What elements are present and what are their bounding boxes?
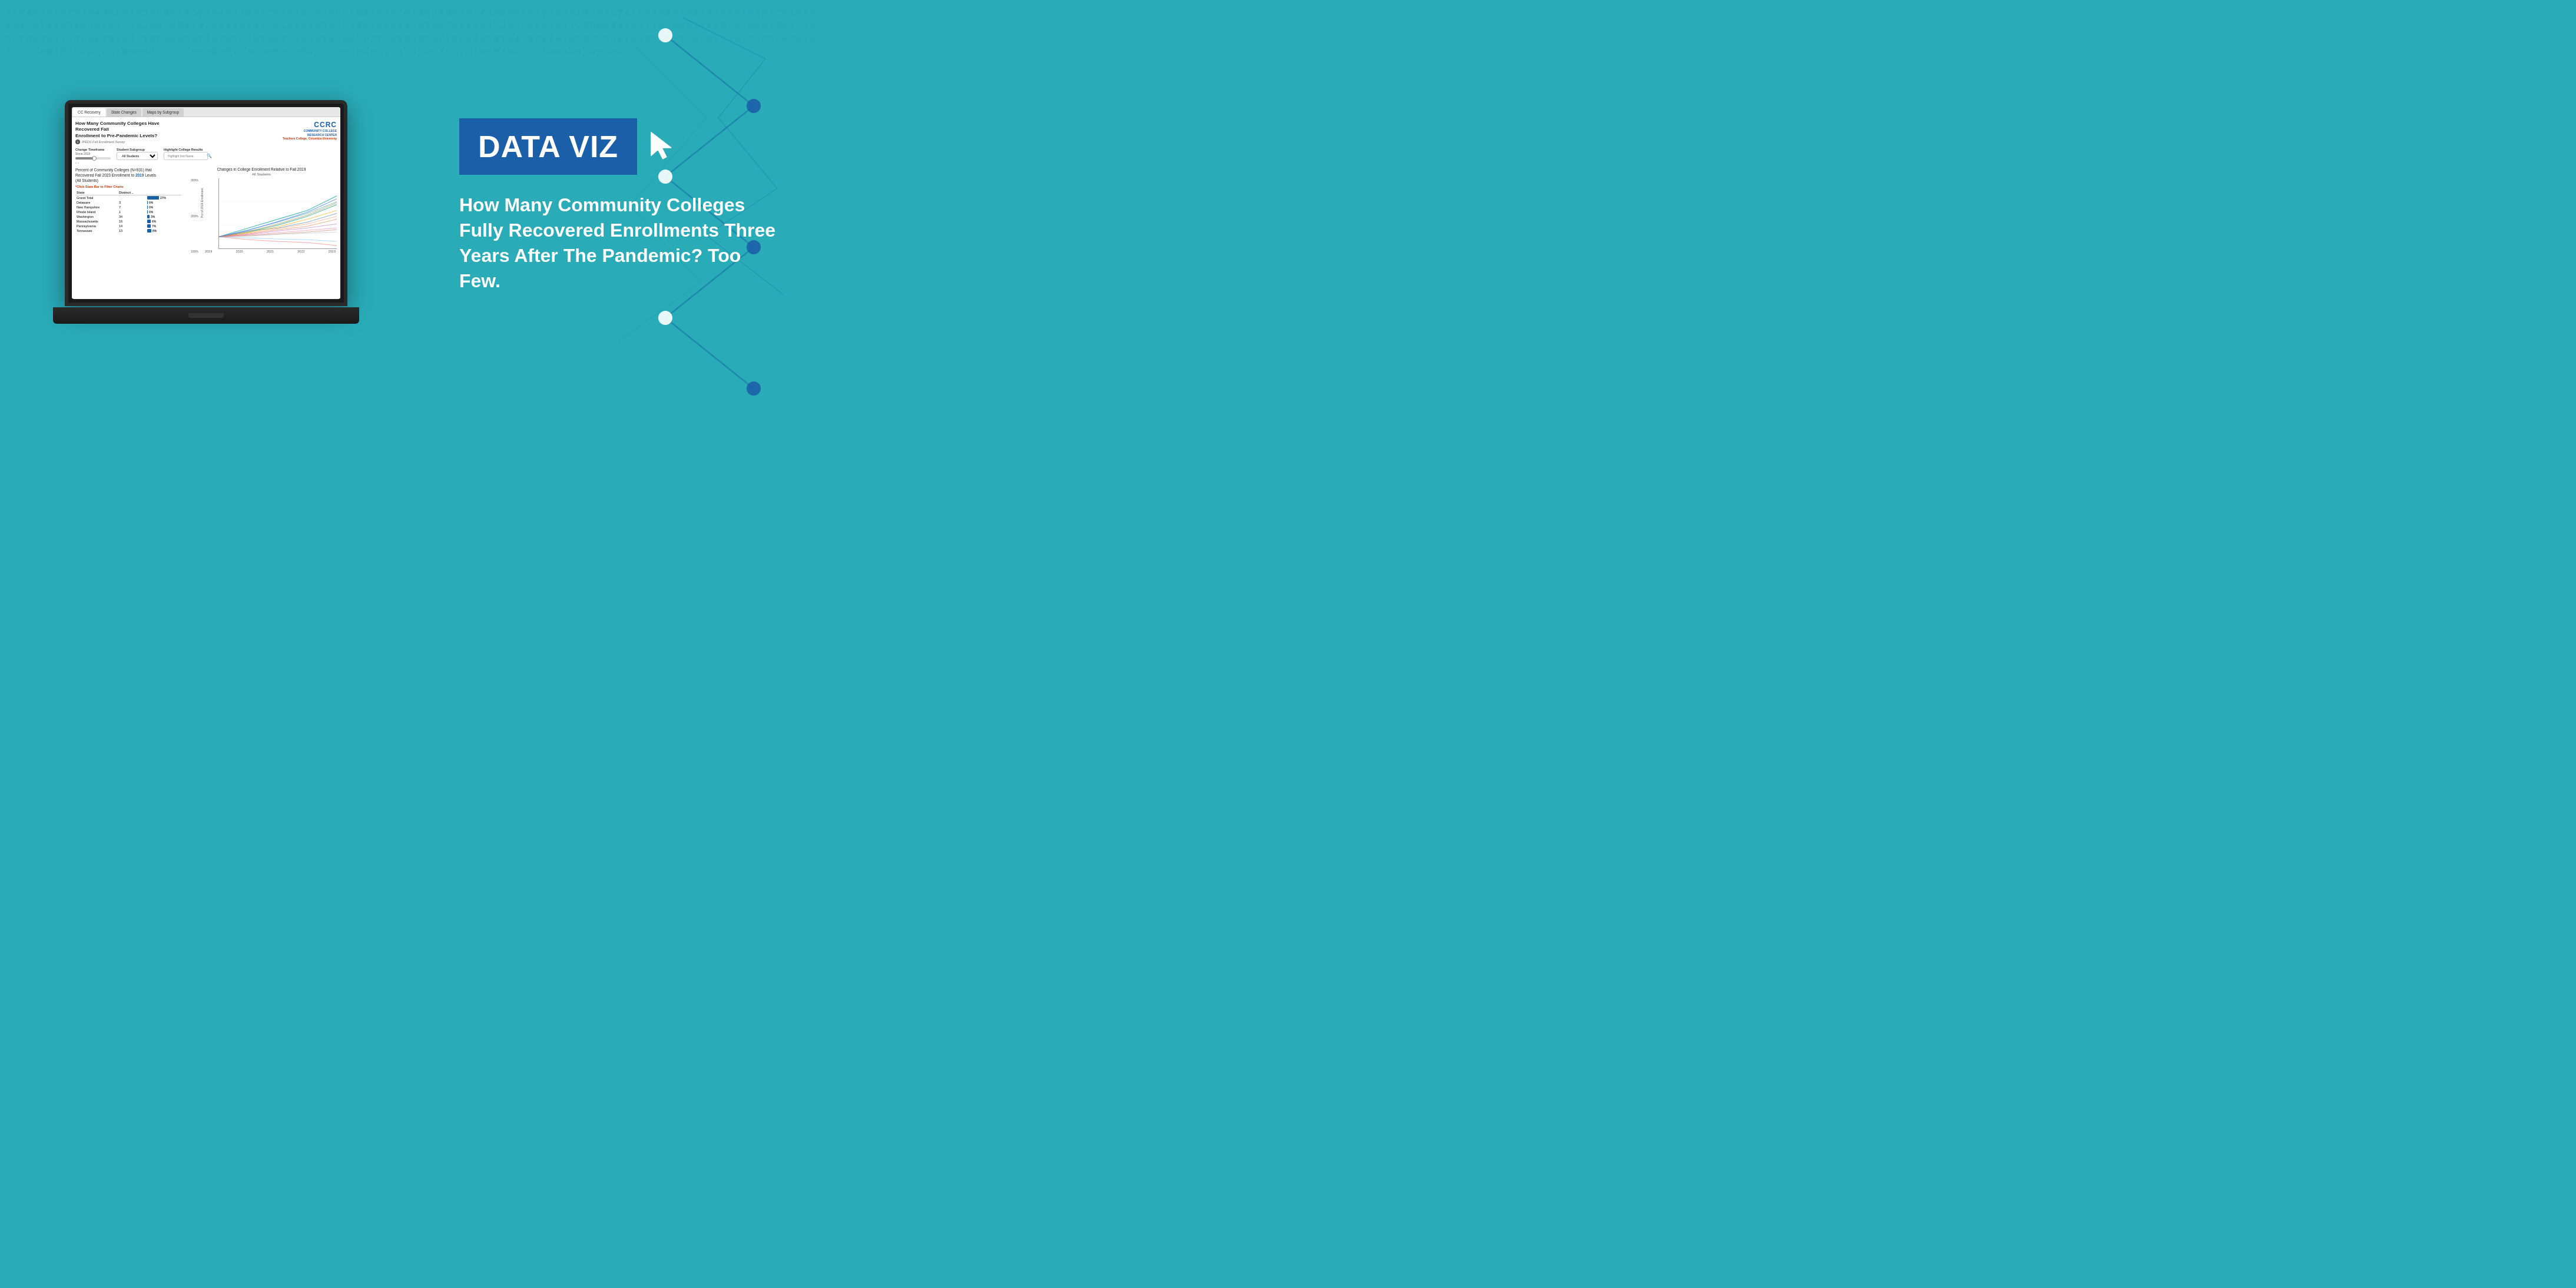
col-pct bbox=[146, 190, 181, 195]
left-panel: Percent of Community Colleges (N=931) th… bbox=[75, 167, 181, 295]
state-name: Massachusetts bbox=[75, 219, 118, 224]
laptop-mockup: CC Recovery State Changes Maps by Subgro… bbox=[53, 100, 359, 324]
controls-row: Change Timeframe Since 2019 ‹› St bbox=[75, 148, 337, 164]
state-name: Rhode Island bbox=[75, 210, 118, 214]
y-axis-labels: 300% 200% 100% bbox=[191, 178, 198, 253]
student-subgroup-label: Student Subgroup bbox=[117, 148, 158, 151]
main-content: Percent of Community Colleges (N=931) th… bbox=[75, 167, 337, 295]
table-row[interactable]: Tennessee 13 8% bbox=[75, 228, 181, 233]
change-timeframe-label: Change Timeframe bbox=[75, 148, 111, 151]
table-row[interactable]: Massachusetts 16 6% bbox=[75, 219, 181, 224]
highlight-label: Highlight College Results bbox=[164, 148, 208, 151]
tab-bar: CC Recovery State Changes Maps by Subgro… bbox=[72, 107, 340, 117]
laptop-screen: CC Recovery State Changes Maps by Subgro… bbox=[72, 107, 340, 299]
highlight-input[interactable] bbox=[165, 153, 207, 159]
table-row[interactable]: Grand Total 27% bbox=[75, 195, 181, 201]
state-name: Grand Total bbox=[75, 195, 118, 201]
state-name: Delaware bbox=[75, 200, 118, 205]
state-name: Washington bbox=[75, 214, 118, 219]
state-name: New Hampshire bbox=[75, 205, 118, 210]
chart-title: Changes in College Enrollment Relative t… bbox=[186, 167, 337, 171]
cursor-icon bbox=[647, 130, 679, 162]
state-count: 3 bbox=[118, 200, 146, 205]
data-viz-text: DATA VIZ bbox=[478, 130, 618, 164]
student-subgroup-control: Student Subgroup All Students bbox=[117, 148, 158, 160]
dash-subtitle: IPEDS Fall Enrollment Survey bbox=[82, 140, 125, 144]
table-row[interactable]: Pennsylvania 14 7% bbox=[75, 224, 181, 228]
chart-area bbox=[218, 178, 337, 249]
dash-main-title: How Many Community Colleges Have Recover… bbox=[75, 121, 181, 139]
state-count: 7 bbox=[118, 205, 146, 210]
table-row[interactable]: Delaware 3 0% bbox=[75, 200, 181, 205]
highlight-control: Highlight College Results 🔍 bbox=[164, 148, 208, 160]
screen-content: CC Recovery State Changes Maps by Subgro… bbox=[72, 107, 340, 299]
state-bar: 0% bbox=[146, 210, 181, 214]
ccrc-logo: CCRC COMMUNITY COLLEGE RESEARCH CENTER T… bbox=[283, 121, 337, 140]
dash-title-area: How Many Community Colleges Have Recover… bbox=[75, 121, 181, 144]
table-row[interactable]: Washington 34 3% bbox=[75, 214, 181, 219]
state-bar: 0% bbox=[146, 200, 181, 205]
main-headline: How Many Community Colleges Fully Recove… bbox=[459, 192, 777, 294]
timeframe-slider[interactable] bbox=[75, 157, 111, 160]
state-bar: 8% bbox=[146, 228, 181, 233]
tab-state-changes[interactable]: State Changes bbox=[107, 108, 141, 117]
panel-title: Percent of Community Colleges (N=931) th… bbox=[75, 167, 181, 183]
dashboard: How Many Community Colleges Have Recover… bbox=[72, 117, 340, 298]
state-count: 16 bbox=[118, 219, 146, 224]
state-name: Tennessee bbox=[75, 228, 118, 233]
data-viz-badge: DATA VIZ bbox=[459, 118, 679, 175]
data-viz-box: DATA VIZ bbox=[459, 118, 637, 175]
laptop-base bbox=[53, 307, 359, 324]
state-bar: 7% bbox=[146, 224, 181, 228]
table-row[interactable]: Rhode Island 1 0% bbox=[75, 210, 181, 214]
laptop-section: CC Recovery State Changes Maps by Subgro… bbox=[0, 0, 412, 412]
change-timeframe-value: Since 2019 bbox=[75, 152, 111, 155]
info-icon[interactable]: i bbox=[75, 140, 80, 144]
state-name: Pennsylvania bbox=[75, 224, 118, 228]
state-bar: 27% bbox=[146, 195, 181, 201]
dash-header: How Many Community Colleges Have Recover… bbox=[75, 121, 337, 144]
state-bar: 3% bbox=[146, 214, 181, 219]
state-count: 13 bbox=[118, 228, 146, 233]
line-chart-svg bbox=[219, 178, 337, 248]
click-hint: *Click State Bar to Filter Charts bbox=[75, 185, 181, 188]
chart-wrapper: 300% 200% 100% Pct of 2019 Enrollment bbox=[204, 178, 337, 253]
table-row[interactable]: New Hampshire 7 0% bbox=[75, 205, 181, 210]
state-table: State Distinct .. Grand Total bbox=[75, 190, 181, 233]
state-count: 1 bbox=[118, 210, 146, 214]
ccrc-acronym: CCRC bbox=[283, 121, 337, 129]
col-state: State bbox=[75, 190, 118, 195]
slider-nav: ‹› bbox=[75, 161, 111, 164]
col-distinct: Distinct .. bbox=[118, 190, 146, 195]
laptop-body: CC Recovery State Changes Maps by Subgro… bbox=[65, 100, 347, 306]
svg-marker-8 bbox=[651, 132, 671, 159]
y-axis-title: Pct of 2019 Enrollment bbox=[200, 188, 204, 218]
state-count: 14 bbox=[118, 224, 146, 228]
tab-cc-recovery[interactable]: CC Recovery bbox=[73, 108, 105, 117]
state-bar: 0% bbox=[146, 205, 181, 210]
right-section: DATA VIZ How Many Community Colleges Ful… bbox=[412, 0, 824, 412]
right-panel: Changes in College Enrollment Relative t… bbox=[186, 167, 337, 295]
student-subgroup-select[interactable]: All Students bbox=[117, 152, 158, 160]
tab-maps-by-subgroup[interactable]: Maps by Subgroup bbox=[142, 108, 184, 117]
chart-subtitle: All Students bbox=[186, 172, 337, 176]
change-timeframe-control: Change Timeframe Since 2019 ‹› bbox=[75, 148, 111, 164]
state-count: 34 bbox=[118, 214, 146, 219]
state-count bbox=[118, 195, 146, 201]
state-bar: 6% bbox=[146, 219, 181, 224]
x-axis-labels: 2019 2020 2021 2022 2023 bbox=[204, 250, 337, 253]
ccrc-affiliation: Teachers College, Columbia University bbox=[283, 137, 337, 140]
ccrc-full-name: COMMUNITY COLLEGE RESEARCH CENTER bbox=[283, 129, 337, 137]
